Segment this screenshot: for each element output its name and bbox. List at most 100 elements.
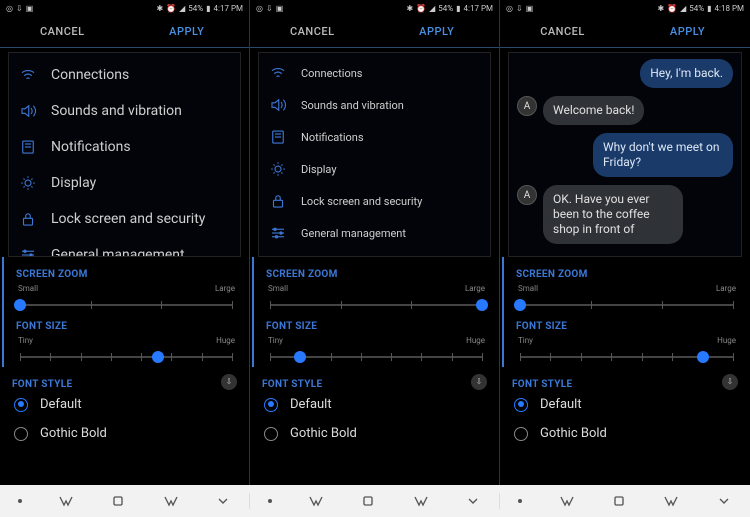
cancel-button[interactable]: CANCEL bbox=[250, 16, 375, 47]
settings-row-label: Sounds and vibration bbox=[301, 99, 404, 112]
download-indicator-icon: ⇩ bbox=[16, 4, 23, 13]
apply-button[interactable]: APPLY bbox=[125, 16, 250, 47]
signal-icon: ◢ bbox=[179, 4, 185, 13]
general-icon bbox=[19, 246, 37, 257]
received-bubble: Welcome back! bbox=[543, 96, 644, 125]
download-fonts-icon[interactable]: ⇩ bbox=[471, 374, 487, 390]
cancel-button[interactable]: CANCEL bbox=[0, 16, 125, 47]
settings-row-notif[interactable]: Notifications bbox=[9, 129, 240, 165]
font-option-default[interactable]: Default bbox=[262, 390, 487, 419]
back-icon[interactable] bbox=[663, 493, 679, 509]
back-icon[interactable] bbox=[163, 493, 179, 509]
status-bar: ◎ ⇩ ▣ ✱ ⏰ ◢ 54% ▮ 4:17 PM bbox=[0, 0, 249, 16]
message-row: Why don't we meet on Friday? bbox=[517, 133, 733, 177]
lock-icon bbox=[269, 192, 287, 210]
settings-row-label: Connections bbox=[51, 67, 129, 83]
app-indicator-icon: ▣ bbox=[276, 4, 284, 13]
action-header: CANCEL APPLY bbox=[0, 16, 249, 48]
settings-row-wifi[interactable]: Connections bbox=[259, 57, 490, 89]
status-bar: ◎ ⇩ ▣ ✱ ⏰ ◢ 54% ▮ 4:18 PM bbox=[500, 0, 750, 16]
settings-row-notif[interactable]: Notifications bbox=[259, 121, 490, 153]
settings-row-wifi[interactable]: Connections bbox=[9, 57, 240, 93]
settings-row-label: Lock screen and security bbox=[51, 211, 205, 227]
display-icon bbox=[269, 160, 287, 178]
font-option-gothic bold[interactable]: Gothic Bold bbox=[12, 419, 237, 448]
recent-apps-icon[interactable] bbox=[308, 493, 324, 509]
download-fonts-icon[interactable]: ⇩ bbox=[221, 374, 237, 390]
download-fonts-icon[interactable]: ⇩ bbox=[722, 374, 738, 390]
radio-icon bbox=[14, 398, 28, 412]
phone-screen: ◎ ⇩ ▣ ✱ ⏰ ◢ 54% ▮ 4:18 PM CANCEL APPLY H… bbox=[500, 0, 750, 485]
slider[interactable] bbox=[16, 347, 237, 367]
slider[interactable] bbox=[516, 295, 738, 315]
lock-icon bbox=[19, 210, 37, 228]
slider-thumb[interactable] bbox=[514, 299, 526, 311]
settings-row-sound[interactable]: Sounds and vibration bbox=[9, 93, 240, 129]
settings-row-sound[interactable]: Sounds and vibration bbox=[259, 89, 490, 121]
font-option-default[interactable]: Default bbox=[512, 390, 738, 419]
controls-section: SCREEN ZOOM Small Large FONT SIZE Tiny H… bbox=[2, 257, 249, 367]
slider-labels: Tiny Huge bbox=[266, 336, 487, 345]
radio-label: Default bbox=[540, 397, 582, 412]
settings-row-general[interactable]: General management bbox=[9, 237, 240, 257]
battery-icon: ▮ bbox=[206, 4, 210, 13]
display-icon bbox=[19, 174, 37, 192]
home-icon[interactable] bbox=[360, 493, 376, 509]
message-row: A Welcome back! bbox=[517, 96, 733, 125]
apply-button[interactable]: APPLY bbox=[625, 16, 750, 47]
settings-row-lock[interactable]: Lock screen and security bbox=[9, 201, 240, 237]
recent-apps-icon[interactable] bbox=[559, 493, 575, 509]
settings-row-label: Notifications bbox=[301, 131, 364, 144]
font-style-section: FONT STYLE ⇩ Default Gothic Bold bbox=[250, 367, 499, 448]
bluetooth-icon: ✱ bbox=[156, 4, 163, 13]
font-style-section: FONT STYLE ⇩ Default Gothic Bold bbox=[500, 367, 750, 448]
slider-thumb[interactable] bbox=[14, 299, 26, 311]
settings-row-display[interactable]: Display bbox=[259, 153, 490, 185]
phone-screen: ◎ ⇩ ▣ ✱ ⏰ ◢ 54% ▮ 4:17 PM CANCEL APPLY C… bbox=[250, 0, 500, 485]
action-header: CANCEL APPLY bbox=[500, 16, 750, 48]
apply-button[interactable]: APPLY bbox=[375, 16, 500, 47]
recent-apps-icon[interactable] bbox=[58, 493, 74, 509]
menu-icon[interactable] bbox=[465, 493, 481, 509]
wifi-icon bbox=[269, 64, 287, 82]
settings-row-general[interactable]: General management bbox=[259, 217, 490, 249]
slider[interactable] bbox=[266, 347, 487, 367]
slider-thumb[interactable] bbox=[152, 351, 164, 363]
slider[interactable] bbox=[16, 295, 237, 315]
slider-labels: Tiny Huge bbox=[16, 336, 237, 345]
android-navbar bbox=[0, 485, 750, 517]
menu-icon[interactable] bbox=[215, 493, 231, 509]
menu-icon[interactable] bbox=[716, 493, 732, 509]
font-option-default[interactable]: Default bbox=[12, 390, 237, 419]
settings-row-label: Display bbox=[51, 175, 96, 191]
slider-labels: Small Large bbox=[16, 284, 237, 293]
settings-row-label: Display bbox=[301, 163, 337, 176]
cancel-button[interactable]: CANCEL bbox=[500, 16, 625, 47]
slider-min-label: Small bbox=[518, 284, 538, 293]
controls-section: SCREEN ZOOM Small Large FONT SIZE Tiny H… bbox=[252, 257, 499, 367]
section-label: SCREEN ZOOM bbox=[516, 269, 738, 280]
slider-thumb[interactable] bbox=[476, 299, 488, 311]
radio-label: Default bbox=[290, 397, 332, 412]
font-option-gothic bold[interactable]: Gothic Bold bbox=[512, 419, 738, 448]
avatar: A bbox=[517, 185, 537, 205]
radio-label: Gothic Bold bbox=[290, 426, 357, 441]
settings-row-display[interactable]: Display bbox=[9, 165, 240, 201]
battery-pct: 54% bbox=[438, 4, 453, 13]
slider[interactable] bbox=[516, 347, 738, 367]
preview-pane: Hey, I'm back. A Welcome back! Why don't… bbox=[508, 52, 742, 257]
slider-thumb[interactable] bbox=[697, 351, 709, 363]
slider[interactable] bbox=[266, 295, 487, 315]
nav-dot bbox=[18, 499, 22, 503]
section-label: FONT SIZE bbox=[266, 321, 487, 332]
slider-thumb[interactable] bbox=[294, 351, 306, 363]
bluetooth-icon: ✱ bbox=[657, 4, 664, 13]
settings-row-lock[interactable]: Lock screen and security bbox=[259, 185, 490, 217]
back-icon[interactable] bbox=[413, 493, 429, 509]
radio-icon bbox=[514, 427, 528, 441]
bluetooth-icon: ✱ bbox=[406, 4, 413, 13]
home-icon[interactable] bbox=[611, 493, 627, 509]
font-option-gothic bold[interactable]: Gothic Bold bbox=[262, 419, 487, 448]
chat-indicator-icon: ◎ bbox=[506, 4, 513, 13]
home-icon[interactable] bbox=[110, 493, 126, 509]
